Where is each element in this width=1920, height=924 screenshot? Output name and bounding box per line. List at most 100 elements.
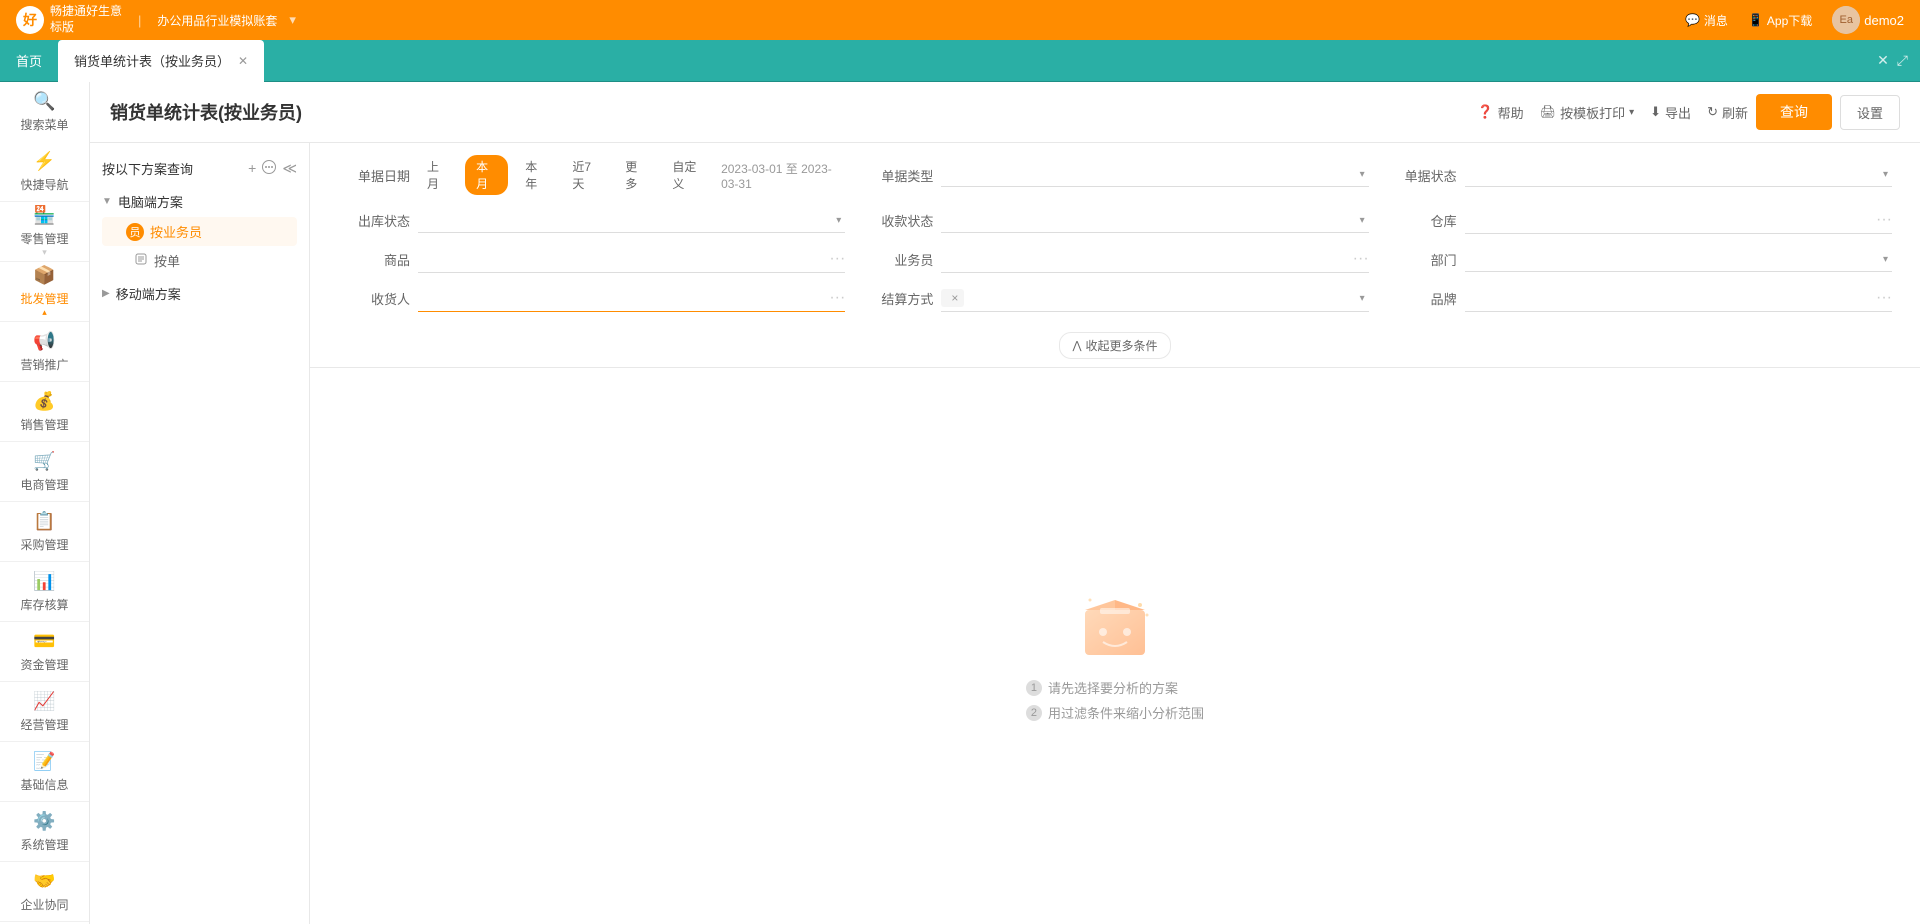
settings-button[interactable]: 设置 <box>1840 95 1900 130</box>
main-layout: 🔍 搜索菜单 ⚡ 快捷导航 🏪 零售管理 ▾ 📦 批发管理 ▴ 📢 营销推广 <box>0 82 1920 924</box>
add-scheme-icon[interactable]: + <box>248 160 256 177</box>
left-panel-actions: + ≪ <box>248 160 297 177</box>
empty-state-icon <box>1065 570 1165 670</box>
receiver-dots-icon[interactable]: ··· <box>829 289 845 307</box>
payment-tag-close[interactable]: × <box>951 291 958 305</box>
logo-icon: 好 <box>16 6 44 34</box>
product-dots-icon[interactable]: ··· <box>829 250 845 268</box>
sidebar-item-operations[interactable]: 📈 经营管理 <box>0 682 89 742</box>
payment-tag: × <box>941 289 964 307</box>
date-btn-last-month[interactable]: 上月 <box>418 155 457 195</box>
sidebar-quick-nav[interactable]: ⚡ 快捷导航 <box>0 142 89 202</box>
warehouse-input[interactable]: ··· <box>1465 207 1892 234</box>
help-btn[interactable]: ❓ 帮助 <box>1477 103 1523 122</box>
department-select[interactable]: ▾ <box>1465 248 1892 272</box>
app-download-btn[interactable]: 📱 App下载 <box>1748 12 1812 29</box>
system-icon: ⚙️ <box>33 811 55 832</box>
sidebar-item-purchase[interactable]: 📋 采购管理 <box>0 502 89 562</box>
purchase-icon: 📋 <box>33 511 55 532</box>
sidebar-search[interactable]: 🔍 搜索菜单 <box>0 82 89 142</box>
date-btn-custom[interactable]: 自定义 <box>663 155 713 195</box>
collapse-panel-icon[interactable]: ≪ <box>282 160 297 177</box>
edit-scheme-icon[interactable] <box>262 160 276 177</box>
query-button[interactable]: 查询 <box>1756 94 1832 130</box>
receiver-input-field[interactable] <box>418 291 829 306</box>
department-label: 部门 <box>1385 250 1465 269</box>
sidebar-item-inventory[interactable]: 📊 库存核算 <box>0 562 89 622</box>
user-area[interactable]: Ea demo2 <box>1832 6 1904 34</box>
doc-status-select-input[interactable] <box>1465 167 1892 182</box>
sidebar-item-sales[interactable]: 💰 销售管理 <box>0 382 89 442</box>
out-status-select-input[interactable] <box>418 213 845 228</box>
sidebar-item-enterprise[interactable]: 🤝 企业协同 <box>0 862 89 922</box>
salesperson-dots-icon[interactable]: ··· <box>1353 250 1369 268</box>
product-input[interactable]: ··· <box>418 246 845 273</box>
sidebar-retail-label: 零售管理 <box>20 230 68 247</box>
date-btn-7days[interactable]: 近7天 <box>563 155 608 195</box>
receipt-status-select[interactable]: ▾ <box>941 209 1368 233</box>
warehouse-input-field[interactable] <box>1465 213 1876 228</box>
right-content: 单据日期 上月 本月 本年 近7天 更多 自定义 2023-03-01 至 20… <box>310 143 1920 924</box>
mobile-scheme-item[interactable]: ▶ 移动端方案 <box>102 279 297 308</box>
message-btn[interactable]: 💬 消息 <box>1685 12 1728 29</box>
date-btn-more[interactable]: 更多 <box>616 155 655 195</box>
brand-dots-icon[interactable]: ··· <box>1876 289 1892 307</box>
doc-type-select[interactable]: ▾ <box>941 163 1368 187</box>
date-btn-this-year[interactable]: 本年 <box>516 155 555 195</box>
receiver-input[interactable]: ··· <box>418 285 845 312</box>
hint-num-1: 1 <box>1026 680 1042 696</box>
tab-close-icon[interactable]: ✕ <box>238 54 248 68</box>
receipt-status-label: 收款状态 <box>861 211 941 230</box>
receiver-cell: 收货人 ··· <box>330 285 853 312</box>
pc-scheme-toggle-icon: ▼ <box>102 196 112 207</box>
tab-home[interactable]: 首页 <box>0 40 58 82</box>
scheme-salesperson-icon: 员 <box>126 223 144 241</box>
date-btn-this-month[interactable]: 本月 <box>465 155 508 195</box>
sidebar-item-marketing[interactable]: 📢 营销推广 <box>0 322 89 382</box>
sidebar-item-retail[interactable]: 🏪 零售管理 ▾ <box>0 202 89 262</box>
sidebar-item-ecommerce[interactable]: 🛒 电商管理 <box>0 442 89 502</box>
receipt-status-select-input[interactable] <box>941 213 1368 228</box>
product-input-field[interactable] <box>418 252 829 267</box>
salesperson-input-field[interactable] <box>941 252 1352 267</box>
tab-sales-stat[interactable]: 销货单统计表（按业务员） ✕ <box>58 40 264 82</box>
empty-hint-item-1: 1 请先选择要分析的方案 <box>1026 678 1204 697</box>
user-name[interactable]: demo2 <box>1864 13 1904 28</box>
filter-row-3: 商品 ··· 业务员 ··· <box>330 246 1900 273</box>
export-btn[interactable]: ⬇ 导出 <box>1650 103 1691 122</box>
hint-num-2: 2 <box>1026 705 1042 721</box>
sidebar-ecommerce-label: 电商管理 <box>20 476 68 493</box>
doc-status-select[interactable]: ▾ <box>1465 163 1892 187</box>
pc-scheme-group-item[interactable]: ▼ 电脑端方案 <box>102 186 297 217</box>
payment-select[interactable]: × ▾ <box>941 285 1368 312</box>
salesperson-input[interactable]: ··· <box>941 246 1368 273</box>
top-bar-left: 好 畅捷通好生意 标版 | 办公用品行业模拟账套 ▾ <box>16 4 300 35</box>
maximize-window-btn[interactable]: ⤢ <box>1897 52 1908 69</box>
filter-row-2: 出库状态 ▾ 收款状态 <box>330 207 1900 234</box>
sidebar-item-finance[interactable]: 💳 资金管理 <box>0 622 89 682</box>
sidebar-enterprise-label: 企业协同 <box>20 896 68 913</box>
brand-cell: 品牌 ··· <box>1377 285 1900 312</box>
scheme-sub-item-byorder[interactable]: 按单 <box>102 246 297 275</box>
mobile-scheme-label: 移动端方案 <box>116 284 181 303</box>
payment-label: 结算方式 <box>861 289 941 308</box>
sidebar-item-system[interactable]: ⚙️ 系统管理 <box>0 802 89 862</box>
doc-type-select-input[interactable] <box>941 167 1368 182</box>
out-status-select[interactable]: ▾ <box>418 209 845 233</box>
sidebar-item-wholesale[interactable]: 📦 批发管理 ▴ <box>0 262 89 322</box>
scheme-sub-icon <box>134 252 148 269</box>
warehouse-dots-icon[interactable]: ··· <box>1876 211 1892 229</box>
breadcrumb[interactable]: 办公用品行业模拟账套 <box>157 12 277 29</box>
collapse-btn[interactable]: ⋀ 收起更多条件 <box>1059 332 1170 359</box>
tab-bar: 首页 销货单统计表（按业务员） ✕ ✕ ⤢ <box>0 40 1920 82</box>
salesperson-cell: 业务员 ··· <box>853 246 1376 273</box>
close-window-btn[interactable]: ✕ <box>1877 52 1889 69</box>
department-select-input[interactable] <box>1465 252 1892 267</box>
scheme-item-salesperson[interactable]: 员 按业务员 <box>102 217 297 246</box>
sidebar-item-basics[interactable]: 📝 基础信息 <box>0 742 89 802</box>
brand-input-field[interactable] <box>1465 291 1876 306</box>
print-btn[interactable]: 🖨 按模板打印 ▾ <box>1540 103 1635 122</box>
brand-input[interactable]: ··· <box>1465 285 1892 312</box>
quick-nav-icon: ⚡ <box>33 151 55 172</box>
refresh-btn[interactable]: ↻ 刷新 <box>1707 103 1748 122</box>
